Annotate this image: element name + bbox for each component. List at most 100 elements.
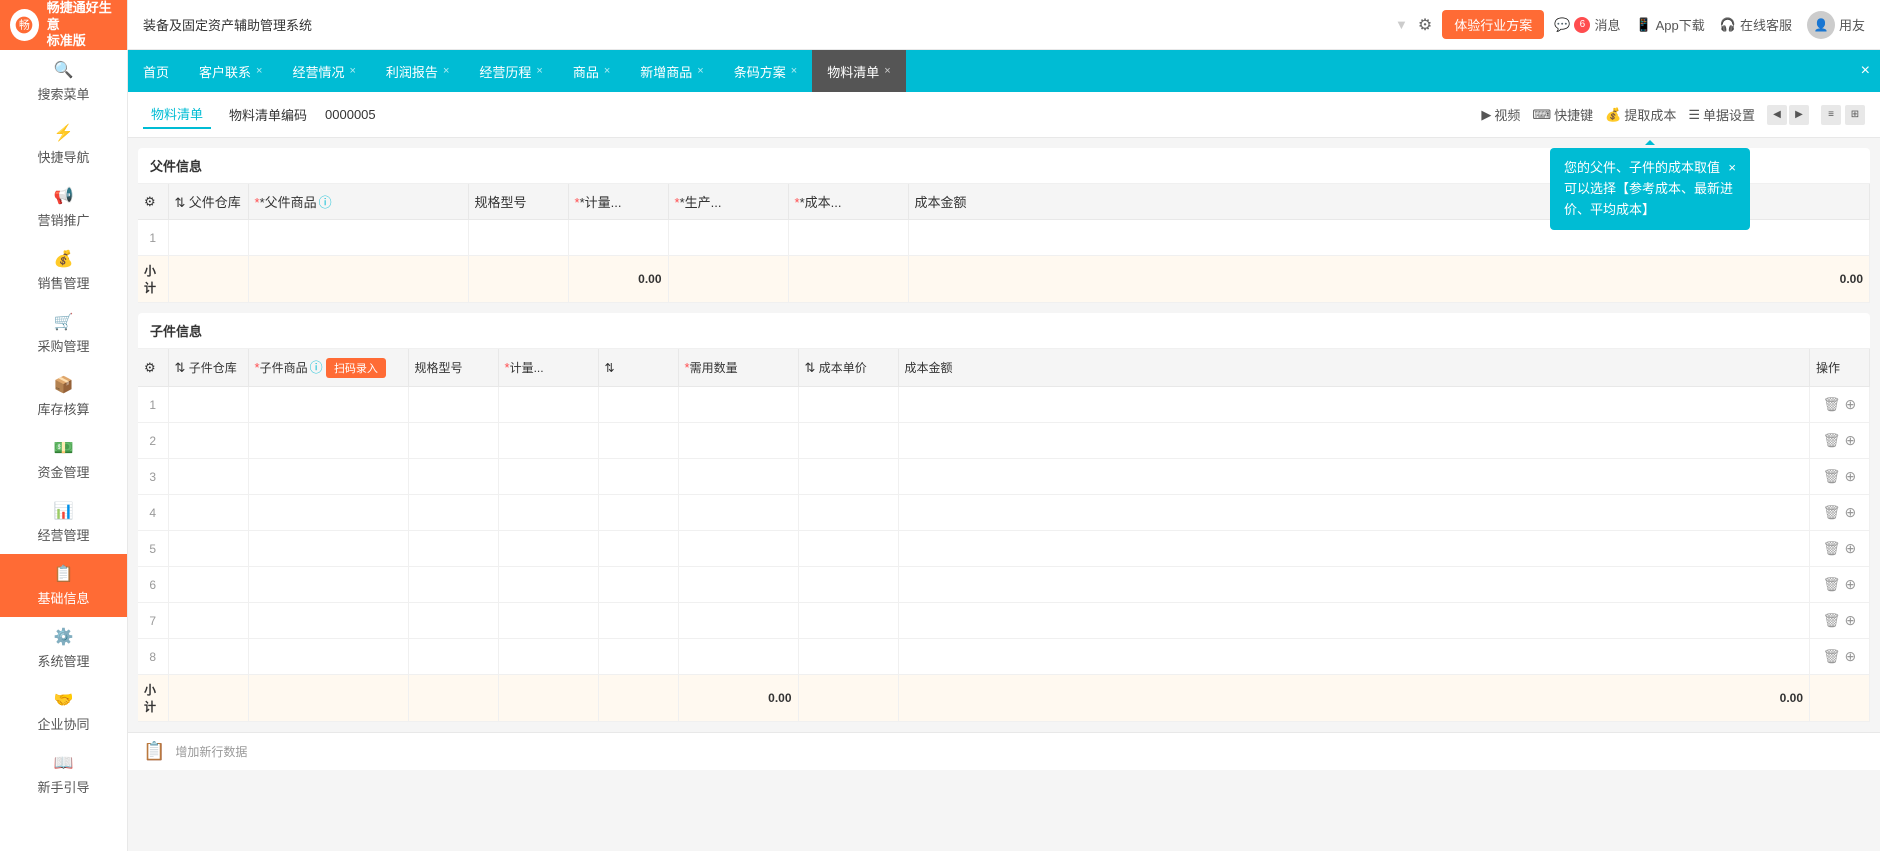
- online-service-item[interactable]: 🎧 在线客服: [1720, 15, 1792, 34]
- sub-tab-bom-code[interactable]: 物料清单编码: [221, 101, 315, 128]
- next-arrow[interactable]: ▶: [1789, 105, 1809, 125]
- child-needed-qty-2[interactable]: [678, 423, 798, 459]
- close-icon[interactable]: ×: [697, 65, 703, 77]
- child-col-gear[interactable]: ⚙: [138, 349, 168, 387]
- tab-bom[interactable]: 物料清单 ×: [812, 50, 905, 92]
- delete-icon[interactable]: 🗑: [1823, 468, 1841, 485]
- copy-icon[interactable]: ⊕: [1845, 504, 1857, 521]
- child-needed-qty-1[interactable]: [678, 387, 798, 423]
- copy-icon[interactable]: ⊕: [1845, 612, 1857, 629]
- shortcut-button[interactable]: ⌨ 快捷键: [1532, 105, 1593, 124]
- child-needed-qty-3[interactable]: [678, 459, 798, 495]
- child-goods-1[interactable]: [248, 387, 408, 423]
- copy-icon[interactable]: ⊕: [1845, 648, 1857, 665]
- trial-button[interactable]: 体验行业方案: [1442, 10, 1544, 39]
- app-download-item[interactable]: 📱 App下载: [1635, 15, 1704, 34]
- child-amount-2[interactable]: [898, 423, 1810, 459]
- prev-arrow[interactable]: ◀: [1767, 105, 1787, 125]
- sidebar-item-quicknav[interactable]: ⚡ 快捷导航: [0, 113, 127, 176]
- delete-icon[interactable]: 🗑: [1823, 432, 1841, 449]
- child-unit-2[interactable]: [498, 423, 598, 459]
- tab-history[interactable]: 经营历程 ×: [464, 50, 557, 92]
- child-spec-3[interactable]: [408, 459, 498, 495]
- child-unit-8[interactable]: [498, 639, 598, 675]
- child-warehouse-5[interactable]: [168, 531, 248, 567]
- scan-button[interactable]: 扫码录入: [326, 358, 386, 378]
- child-amount-1[interactable]: [898, 387, 1810, 423]
- child-warehouse-1[interactable]: [168, 387, 248, 423]
- close-all-tabs-button[interactable]: ×: [1851, 62, 1880, 80]
- sidebar-item-marketing[interactable]: 📢 营销推广: [0, 176, 127, 239]
- child-goods-5[interactable]: [248, 531, 408, 567]
- child-unit-cost-8[interactable]: [798, 639, 898, 675]
- child-unit-6[interactable]: [498, 567, 598, 603]
- delete-icon[interactable]: 🗑: [1823, 504, 1841, 521]
- close-icon[interactable]: ×: [604, 65, 610, 77]
- child-warehouse-7[interactable]: [168, 603, 248, 639]
- child-spec-1[interactable]: [408, 387, 498, 423]
- child-unit-cost-5[interactable]: [798, 531, 898, 567]
- sidebar-item-search[interactable]: 🔍 搜索菜单: [0, 50, 127, 113]
- child-needed-qty-5[interactable]: [678, 531, 798, 567]
- info-icon[interactable]: ⓘ: [310, 360, 323, 375]
- child-unit-5[interactable]: [498, 531, 598, 567]
- child-goods-3[interactable]: [248, 459, 408, 495]
- child-spec-8[interactable]: [408, 639, 498, 675]
- single-settings-button[interactable]: ☰ 单据设置: [1688, 105, 1755, 124]
- notifications-item[interactable]: 💬 6 消息: [1554, 15, 1620, 34]
- delete-icon[interactable]: 🗑: [1823, 540, 1841, 557]
- child-warehouse-8[interactable]: [168, 639, 248, 675]
- copy-icon[interactable]: ⊕: [1845, 432, 1857, 449]
- child-warehouse-4[interactable]: [168, 495, 248, 531]
- tab-operations[interactable]: 经营情况 ×: [277, 50, 370, 92]
- child-unit-cost-1[interactable]: [798, 387, 898, 423]
- sidebar-item-inventory[interactable]: 📦 库存核算: [0, 365, 127, 428]
- copy-icon[interactable]: ⊕: [1845, 576, 1857, 593]
- child-spec-6[interactable]: [408, 567, 498, 603]
- child-needed-qty-6[interactable]: [678, 567, 798, 603]
- close-icon[interactable]: ×: [884, 65, 890, 77]
- child-goods-8[interactable]: [248, 639, 408, 675]
- tab-barcode[interactable]: 条码方案 ×: [719, 50, 812, 92]
- child-unit-cost-2[interactable]: [798, 423, 898, 459]
- child-warehouse-3[interactable]: [168, 459, 248, 495]
- close-icon[interactable]: ×: [349, 65, 355, 77]
- tooltip-close-button[interactable]: ×: [1728, 158, 1736, 179]
- child-unit-cost-4[interactable]: [798, 495, 898, 531]
- copy-icon[interactable]: ⊕: [1845, 396, 1857, 413]
- sidebar-item-basic-info[interactable]: 📋 基础信息: [0, 554, 127, 617]
- child-needed-qty-4[interactable]: [678, 495, 798, 531]
- sidebar-item-sales[interactable]: 💰 销售管理: [0, 239, 127, 302]
- child-amount-8[interactable]: [898, 639, 1810, 675]
- child-goods-6[interactable]: [248, 567, 408, 603]
- child-amount-4[interactable]: [898, 495, 1810, 531]
- child-needed-qty-8[interactable]: [678, 639, 798, 675]
- col-gear[interactable]: ⚙: [138, 184, 168, 220]
- child-spec-4[interactable]: [408, 495, 498, 531]
- close-icon[interactable]: ×: [791, 65, 797, 77]
- tab-goods[interactable]: 商品 ×: [558, 50, 625, 92]
- tab-new-goods[interactable]: 新增商品 ×: [625, 50, 718, 92]
- child-warehouse-2[interactable]: [168, 423, 248, 459]
- close-icon[interactable]: ×: [256, 65, 262, 77]
- list-view-icon[interactable]: ≡: [1821, 105, 1841, 125]
- parent-goods-cell[interactable]: [248, 220, 468, 256]
- child-amount-3[interactable]: [898, 459, 1810, 495]
- close-icon[interactable]: ×: [443, 65, 449, 77]
- child-unit-4[interactable]: [498, 495, 598, 531]
- settings-gear-icon[interactable]: ⚙: [1418, 15, 1432, 35]
- sidebar-item-operations[interactable]: 📊 经营管理: [0, 491, 127, 554]
- child-amount-7[interactable]: [898, 603, 1810, 639]
- child-needed-qty-7[interactable]: [678, 603, 798, 639]
- delete-icon[interactable]: 🗑: [1823, 648, 1841, 665]
- grid-view-icon[interactable]: ⊞: [1845, 105, 1865, 125]
- add-row-icon[interactable]: 📋: [143, 741, 165, 762]
- sidebar-item-guide[interactable]: 📖 新手引导: [0, 743, 127, 806]
- child-unit-cost-3[interactable]: [798, 459, 898, 495]
- child-amount-5[interactable]: [898, 531, 1810, 567]
- sidebar-item-purchase[interactable]: 🛒 采购管理: [0, 302, 127, 365]
- child-spec-5[interactable]: [408, 531, 498, 567]
- close-icon[interactable]: ×: [536, 65, 542, 77]
- info-icon[interactable]: ⓘ: [319, 195, 332, 210]
- tab-customer[interactable]: 客户联系 ×: [184, 50, 277, 92]
